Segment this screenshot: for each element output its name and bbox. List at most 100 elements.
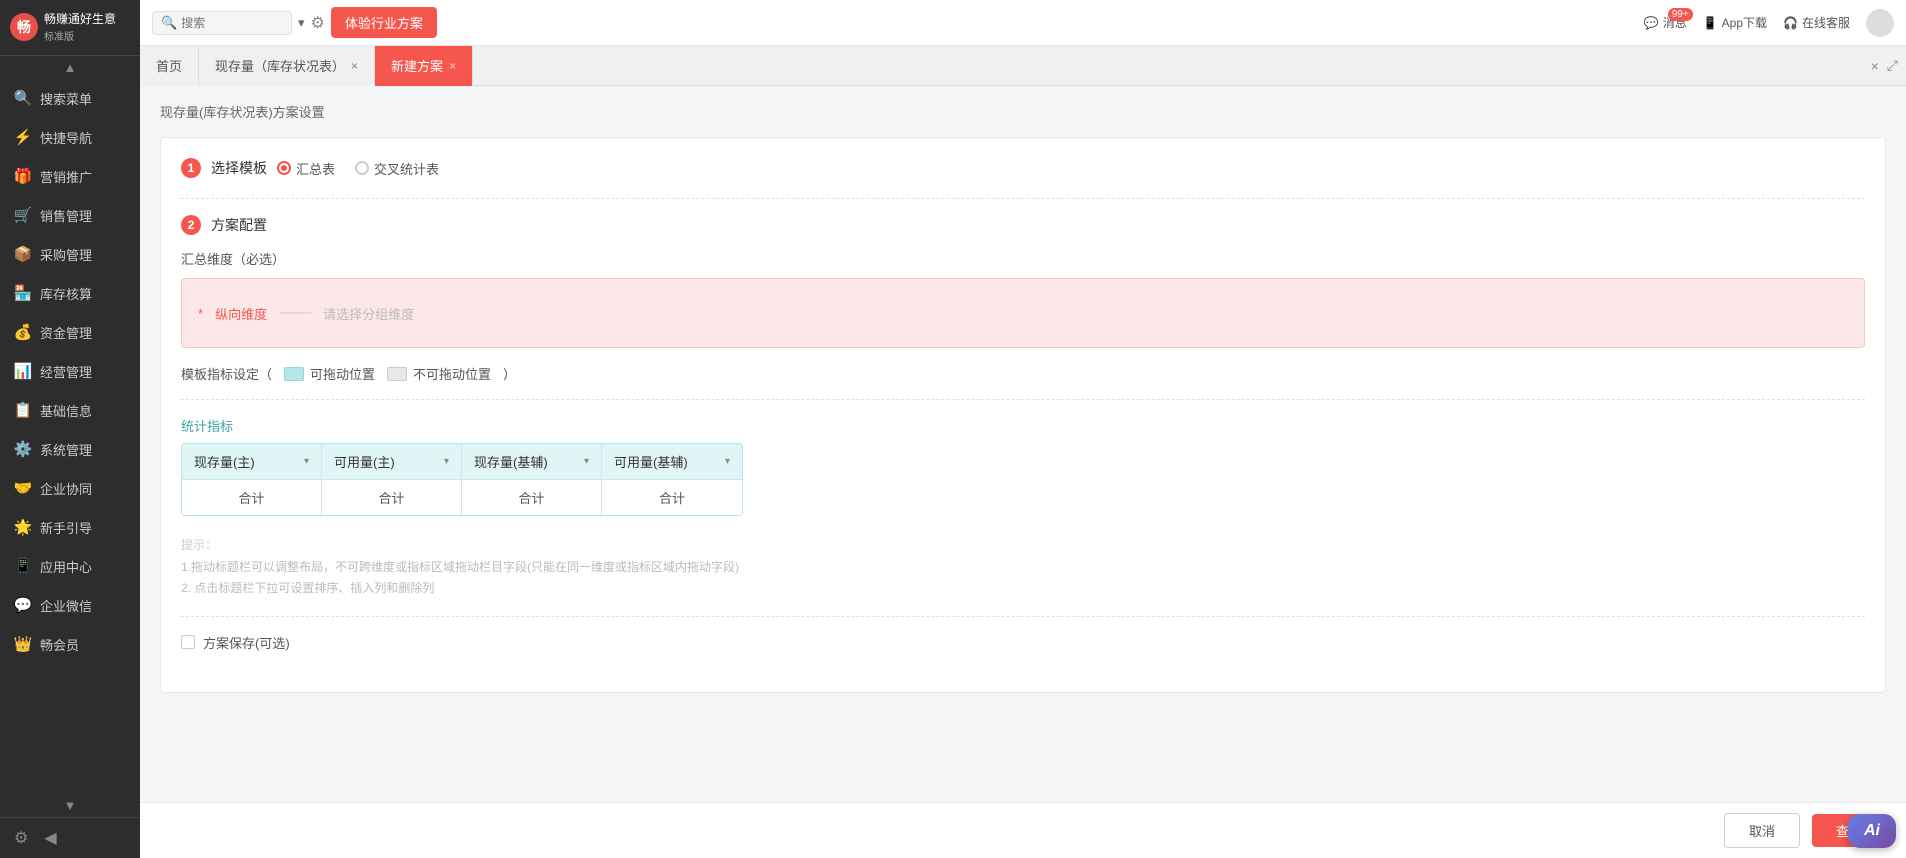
save-option: 方案保存(可选): [181, 633, 1865, 652]
logo-icon: 畅: [10, 13, 38, 41]
ai-float-button[interactable]: Ai: [1848, 814, 1896, 848]
msg-button[interactable]: 💬 消息 99+: [1644, 14, 1687, 31]
tab-home-label: 首页: [156, 56, 182, 75]
dim-required-mark: *: [198, 306, 203, 321]
sidebar-item-guide[interactable]: 🌟 新手引导: [0, 508, 140, 547]
sidebar-item-member-label: 畅会员: [40, 635, 79, 654]
radio-summary-label: 汇总表: [296, 159, 335, 178]
tab-home[interactable]: 首页: [140, 46, 199, 86]
sidebar-item-purchase[interactable]: 📦 采购管理: [0, 235, 140, 274]
stats-col-1-chevron: ▾: [444, 456, 449, 467]
cancel-button[interactable]: 取消: [1724, 813, 1800, 848]
dim-label: 汇总维度（必选）: [181, 249, 1865, 268]
radio-crosstab[interactable]: 交叉统计表: [355, 159, 439, 178]
sidebar-item-system[interactable]: ⚙️ 系统管理: [0, 430, 140, 469]
sidebar-item-app-center-label: 应用中心: [40, 557, 92, 576]
radio-summary-circle: [277, 161, 291, 175]
tab-inventory-close-icon[interactable]: ×: [351, 59, 358, 73]
sidebar-item-operations[interactable]: 📊 经营管理: [0, 352, 140, 391]
step-divider-3: [181, 616, 1865, 617]
stats-col-3-label: 可用量(基辅): [614, 452, 688, 471]
app-label: App下载: [1722, 14, 1767, 31]
step-divider-1: [181, 198, 1865, 199]
top-bar-search[interactable]: 🔍: [152, 11, 292, 35]
step2-header: 2 方案配置: [181, 215, 1865, 235]
sales-icon: 🛒: [14, 206, 32, 224]
stats-col-0[interactable]: 现存量(主) ▾: [182, 444, 322, 479]
tab-close-button[interactable]: ×: [1871, 58, 1879, 74]
sidebar-item-wechat[interactable]: 💬 企业微信: [0, 586, 140, 625]
stats-col-2-label: 现存量(基辅): [474, 452, 548, 471]
step2-badge: 2: [181, 215, 201, 235]
radio-crosstab-circle: [355, 161, 369, 175]
gear-icon[interactable]: ⚙: [311, 13, 325, 33]
step1-badge: 1: [181, 158, 201, 178]
sidebar-item-cooperation[interactable]: 🤝 企业协同: [0, 469, 140, 508]
step1-title: 选择模板: [211, 158, 267, 178]
sidebar-item-operations-label: 经营管理: [40, 362, 92, 381]
radio-crosstab-label: 交叉统计表: [374, 159, 439, 178]
top-bar-dropdown[interactable]: ▾: [298, 15, 305, 31]
app-center-icon: 📱: [14, 557, 32, 575]
dim-field-label: 纵向维度: [215, 304, 267, 323]
tab-expand-button[interactable]: ⤢: [1887, 57, 1898, 74]
collapse-icon[interactable]: ◀: [44, 828, 56, 848]
tip-2: 2. 点击标题栏下拉可设置排序、插入列和删除列: [181, 578, 1865, 600]
dim-area[interactable]: * 纵向维度 —— 请选择分组维度: [181, 278, 1865, 348]
tips-title: 提示：: [181, 538, 217, 552]
sidebar-item-marketing[interactable]: 🎁 营销推广: [0, 157, 140, 196]
sidebar-item-purchase-label: 采购管理: [40, 245, 92, 264]
stats-col-1[interactable]: 可用量(主) ▾: [322, 444, 462, 479]
sidebar-item-cooperation-label: 企业协同: [40, 479, 92, 498]
radio-summary[interactable]: 汇总表: [277, 159, 335, 178]
sidebar: 畅 畅赚通好生意 标准版 ▲ 🔍 搜索菜单 ⚡ 快捷导航 🎁 营销推广 🛒 销售…: [0, 0, 140, 858]
app-download-button[interactable]: 📱 App下载: [1703, 14, 1767, 31]
user-avatar[interactable]: [1866, 9, 1894, 37]
sidebar-item-quick-nav[interactable]: ⚡ 快捷导航: [0, 118, 140, 157]
sidebar-item-sales[interactable]: 🛒 销售管理: [0, 196, 140, 235]
sidebar-item-finance[interactable]: 💰 资金管理: [0, 313, 140, 352]
system-icon: ⚙️: [14, 440, 32, 458]
sidebar-item-app-center[interactable]: 📱 应用中心: [0, 547, 140, 586]
sidebar-item-inventory-label: 库存核算: [40, 284, 92, 303]
chevron-down-icon: ▾: [298, 15, 305, 31]
template-radio-group: 汇总表 交叉统计表: [277, 159, 439, 178]
sidebar-item-search-label: 搜索菜单: [40, 89, 92, 108]
support-icon: 🎧: [1783, 16, 1798, 30]
msg-badge: 99+: [1668, 8, 1693, 21]
sidebar-item-search[interactable]: 🔍 搜索菜单: [0, 79, 140, 118]
tab-new-scheme[interactable]: 新建方案 ×: [375, 46, 473, 86]
basic-info-icon: 📋: [14, 401, 32, 419]
stats-col-2[interactable]: 现存量(基辅) ▾: [462, 444, 602, 479]
support-button[interactable]: 🎧 在线客服: [1783, 14, 1850, 31]
settings-icon[interactable]: ⚙: [14, 828, 28, 848]
sidebar-bottom: ⚙ ◀: [0, 817, 140, 858]
sidebar-item-basic-info[interactable]: 📋 基础信息: [0, 391, 140, 430]
save-label: 方案保存(可选): [203, 633, 290, 652]
stats-col-1-label: 可用量(主): [334, 452, 395, 471]
tab-new-scheme-close-icon[interactable]: ×: [449, 59, 456, 73]
stats-header-row: 现存量(主) ▾ 可用量(主) ▾ 现存量(基辅) ▾: [182, 444, 742, 479]
dim-separator: ——: [279, 304, 311, 322]
tab-inventory[interactable]: 现存量（库存状况表） ×: [199, 46, 375, 86]
step2-block: 2 方案配置 汇总维度（必选） * 纵向维度 —— 请选择分组维度: [181, 215, 1865, 652]
tabs-bar-actions: × ⤢: [1871, 57, 1906, 74]
stats-col-3[interactable]: 可用量(基辅) ▾: [602, 444, 742, 479]
industry-button[interactable]: 体验行业方案: [331, 7, 437, 38]
search-nav-icon: 🔍: [14, 89, 32, 107]
tab-inventory-label: 现存量（库存状况表）: [215, 56, 345, 75]
logo-text-block: 畅赚通好生意 标准版: [44, 12, 116, 43]
stats-data-0: 合计: [182, 479, 322, 515]
sidebar-scroll-down[interactable]: ▼: [0, 794, 140, 817]
dim-label-text: 汇总维度（必选）: [181, 252, 285, 267]
save-checkbox[interactable]: [181, 635, 195, 649]
sidebar-item-inventory[interactable]: 🏪 库存核算: [0, 274, 140, 313]
search-input[interactable]: [181, 16, 281, 30]
app-version: 标准版: [44, 28, 116, 43]
sidebar-item-basic-info-label: 基础信息: [40, 401, 92, 420]
sidebar-item-member[interactable]: 👑 畅会员: [0, 625, 140, 664]
sidebar-scroll-up[interactable]: ▲: [0, 56, 140, 79]
stats-table: 现存量(主) ▾ 可用量(主) ▾ 现存量(基辅) ▾: [181, 443, 743, 516]
wechat-icon: 💬: [14, 596, 32, 614]
draggable-indicator: 可拖动位置: [284, 364, 375, 383]
